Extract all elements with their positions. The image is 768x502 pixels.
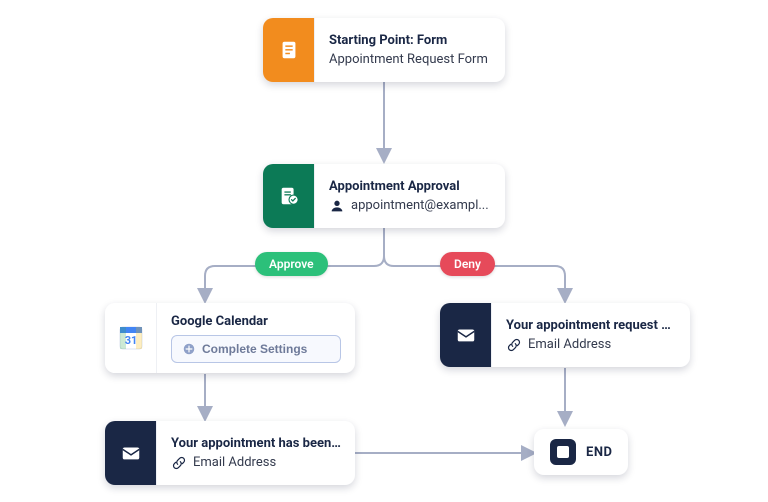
- complete-settings-button[interactable]: Complete Settings: [171, 335, 341, 363]
- plus-circle-icon: [182, 342, 196, 356]
- node-title: Appointment Approval: [329, 179, 491, 194]
- flow-node-approval[interactable]: Appointment Approval appointment@exampl.…: [263, 164, 505, 228]
- flow-node-end[interactable]: END: [534, 429, 628, 475]
- link-icon: [171, 455, 187, 471]
- node-subtitle: Email Address: [506, 337, 676, 353]
- person-icon: [329, 198, 345, 214]
- branch-badge-approve: Approve: [255, 252, 328, 276]
- node-subtitle: Email Address: [171, 455, 341, 471]
- node-title: Google Calendar: [171, 314, 341, 329]
- approval-icon: [263, 164, 315, 228]
- end-label: END: [586, 445, 612, 460]
- flow-node-start[interactable]: Starting Point: Form Appointment Request…: [263, 18, 505, 82]
- node-subtitle: Appointment Request Form: [329, 52, 491, 67]
- mail-icon: [440, 303, 492, 367]
- google-calendar-icon: 31: [105, 303, 157, 373]
- flow-node-calendar[interactable]: 31 Google Calendar Complete Settings: [105, 303, 355, 373]
- node-subtitle: appointment@exampl...: [329, 198, 491, 214]
- branch-badge-deny: Deny: [440, 252, 495, 276]
- form-icon: [263, 18, 315, 82]
- flow-node-mail-denied[interactable]: Your appointment request ha... Email Add…: [440, 303, 690, 367]
- mail-icon: [105, 421, 157, 485]
- node-title: Starting Point: Form: [329, 33, 491, 48]
- node-title: Your appointment request ha...: [506, 318, 676, 333]
- svg-text:31: 31: [124, 334, 137, 347]
- link-icon: [506, 337, 522, 353]
- flow-node-mail-approved[interactable]: Your appointment has been s... Email Add…: [105, 421, 355, 485]
- node-title: Your appointment has been s...: [171, 436, 341, 451]
- stop-icon: [550, 439, 576, 465]
